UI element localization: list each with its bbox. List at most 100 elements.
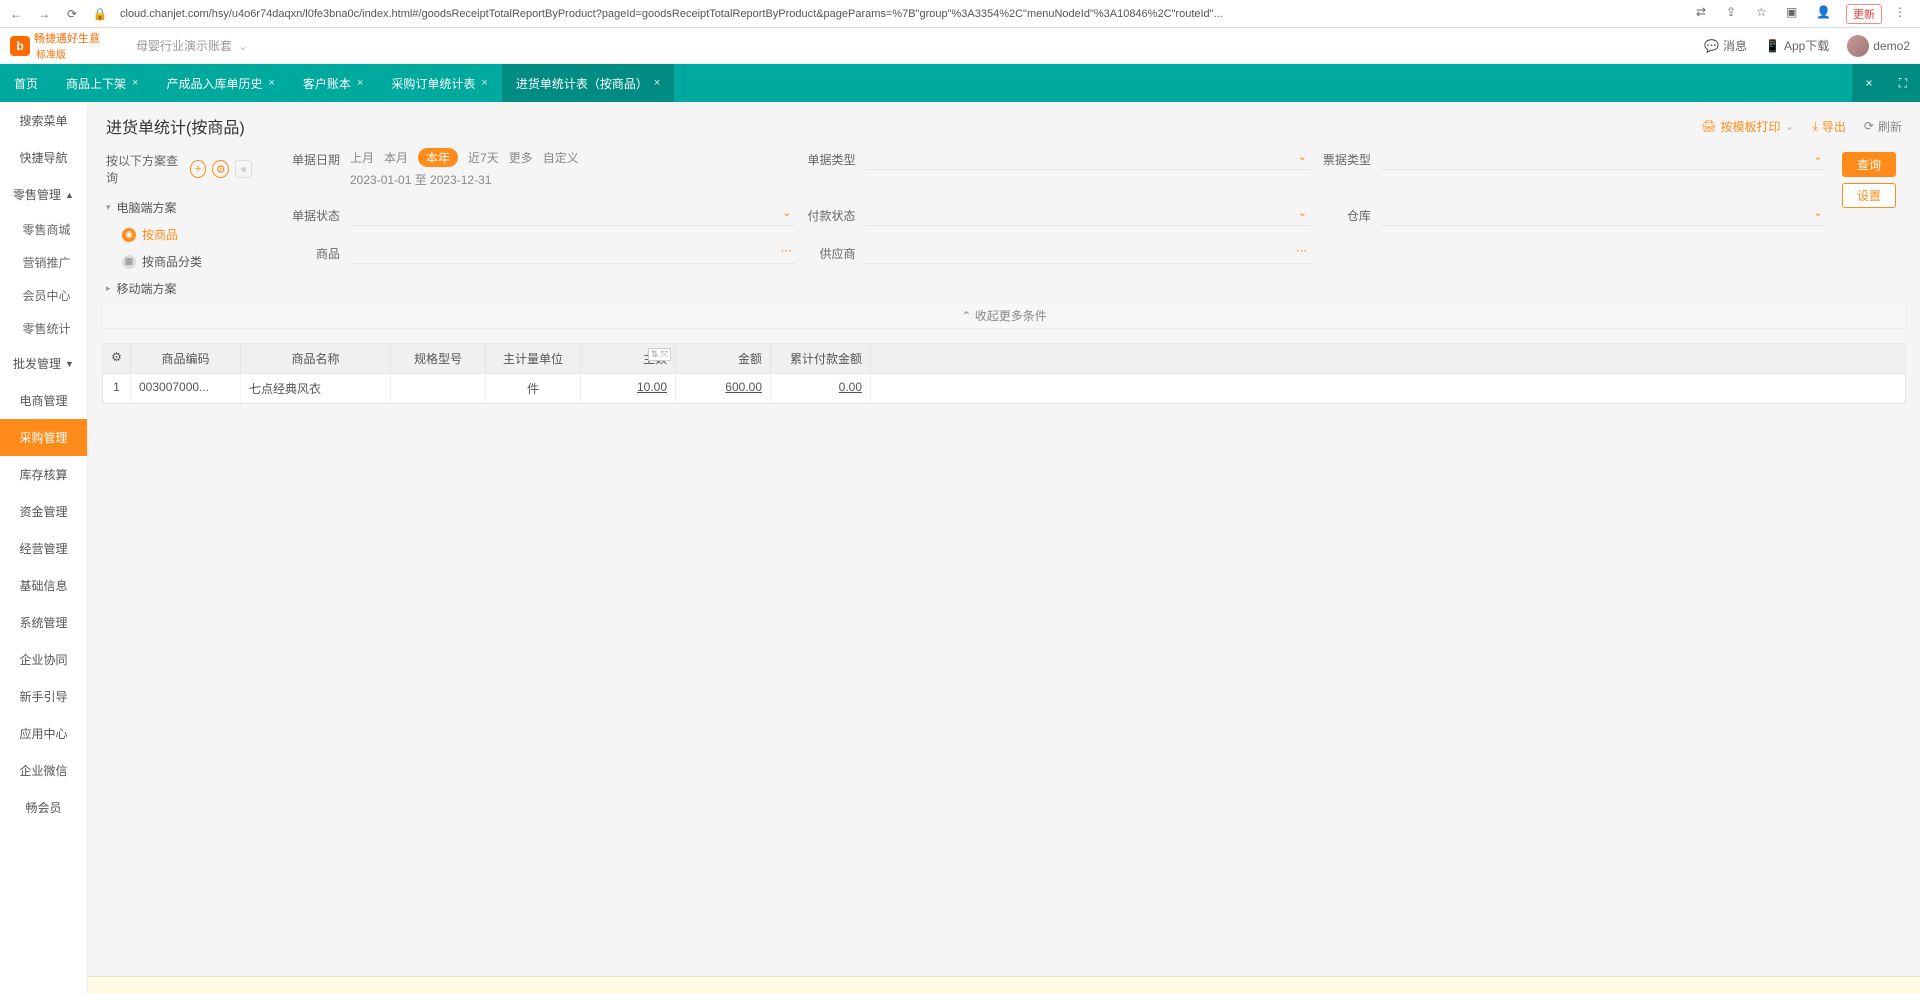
sidebar-subitem[interactable]: 零售统计 [0,312,87,345]
star-icon[interactable]: ☆ [1756,5,1774,23]
date-tab-last7[interactable]: 近7天 [468,149,499,166]
close-icon[interactable]: × [654,77,660,89]
tab[interactable]: 首页 [0,64,52,102]
chevron-down-icon[interactable]: ⌄ [1298,206,1307,219]
sidebar-item[interactable]: 企业微信 [0,752,87,789]
tab[interactable]: 客户账本× [289,64,377,102]
sidebar-item[interactable]: 资金管理 [0,493,87,530]
sidebar-item[interactable]: 搜索菜单 [0,102,87,139]
sidebar-subitem[interactable]: 会员中心 [0,279,87,312]
panel-icon[interactable]: ▣ [1786,5,1804,23]
more-icon[interactable]: ⋯ [1296,244,1307,257]
add-scheme-button[interactable]: + [190,160,207,178]
close-icon[interactable]: × [481,77,487,89]
tab[interactable]: 采购订单统计表× [377,64,501,102]
message-link[interactable]: 💬消息 [1704,37,1747,54]
date-tab-this-month[interactable]: 本月 [384,149,408,166]
sidebar-item[interactable]: 采购管理 [0,419,87,456]
sidebar-item[interactable]: 新手引导 [0,678,87,715]
date-tab-more[interactable]: 更多 [509,149,533,166]
col-spec[interactable]: 规格型号 [391,344,486,373]
app-download-link[interactable]: 📱App下载 [1765,37,1829,54]
close-icon[interactable]: × [132,77,138,89]
cell-spec [391,374,486,403]
collapse-more-button[interactable]: ⌃ 收起更多条件 [102,302,1906,329]
sidebar-item[interactable]: 库存核算 [0,456,87,493]
scheme-settings-button[interactable]: ⚙ [212,160,229,178]
col-name[interactable]: 商品名称 [241,344,391,373]
bill-status-select[interactable] [350,204,795,226]
tab[interactable]: 商品上下架× [52,64,152,102]
sidebar-item[interactable]: 系统管理 [0,604,87,641]
reload-icon[interactable]: ⟳ [64,6,80,22]
sidebar-subitem[interactable]: 营销推广 [0,246,87,279]
chevron-down-icon[interactable]: ⌄ [782,206,791,219]
chevron-down-icon[interactable]: ⌄ [1813,206,1822,219]
tab[interactable]: 产成品入库单历史× [152,64,288,102]
share-icon[interactable]: ⇪ [1726,5,1744,23]
tree-node-mobile[interactable]: ▸移动端方案 [106,275,252,302]
tree-node-by-product[interactable]: ◉按商品 [122,221,252,248]
back-icon[interactable]: ← [8,6,24,22]
phone-icon: 📱 [1765,39,1780,53]
col-unit[interactable]: 主计量单位 [486,344,581,373]
update-button[interactable]: 更新 [1846,4,1882,24]
date-tab-this-year[interactable]: 本年 [418,148,458,167]
query-button[interactable]: 查询 [1842,152,1896,177]
sidebar-item[interactable]: 快捷导航 [0,139,87,176]
translate-icon[interactable]: ⇄ [1696,5,1714,23]
date-tab-custom[interactable]: 自定义 [543,149,579,166]
col-amount[interactable]: 金额 [676,344,771,373]
date-tab-last-month[interactable]: 上月 [350,149,374,166]
tab[interactable]: 进货单统计表（按商品）× [502,64,674,102]
close-icon[interactable]: × [268,77,274,89]
sidebar-item[interactable]: 应用中心 [0,715,87,752]
url-bar[interactable]: cloud.chanjet.com/hsy/u4o6r74daqxn/l0fe3… [120,8,1684,20]
print-button[interactable]: 🖨按模板打印⌄ [1701,118,1794,135]
close-all-button[interactable]: × [1852,64,1886,102]
col-qty[interactable]: 主数⇅ ⤧ [581,344,676,373]
chevron-down-icon[interactable]: ⌄ [1298,150,1307,163]
sidebar-item[interactable]: 经营管理 [0,530,87,567]
forward-icon[interactable]: → [36,6,52,22]
profile-icon[interactable]: 👤 [1816,5,1834,23]
supplier-picker[interactable] [865,242,1310,264]
cell-code: 003007000... [131,374,241,403]
sidebar-subitem[interactable]: 零售商城 [0,213,87,246]
pay-status-select[interactable] [865,204,1310,226]
chevron-down-icon[interactable]: ⌄ [1813,150,1822,163]
settings-button[interactable]: 设置 [1842,183,1896,208]
tree-node-by-category[interactable]: ▦按商品分类 [122,248,252,275]
avatar [1847,35,1869,57]
invoice-type-select[interactable] [1381,148,1826,170]
col-paid[interactable]: 累计付款金额 [771,344,871,373]
sidebar-item[interactable]: 企业协同 [0,641,87,678]
chevron-down-icon: ⌄ [238,39,248,53]
more-icon[interactable]: ⋯ [780,244,791,257]
sidebar-item[interactable]: 批发管理▼ [0,345,87,382]
product-picker[interactable] [350,242,795,264]
cell-amount[interactable]: 600.00 [676,374,771,403]
cell-paid[interactable]: 0.00 [771,374,871,403]
sidebar-item[interactable]: 畅会员 [0,789,87,826]
account-select[interactable]: 母婴行业演示账套 ⌄ [136,37,248,54]
sort-icon[interactable]: ⇅ ⤧ [648,348,671,361]
logo: b 畅捷通好生意 标准版 [10,30,100,61]
cell-qty[interactable]: 10.00 [581,374,676,403]
sidebar-item[interactable]: 基础信息 [0,567,87,604]
table-row: 1003007000...七点经典风衣件10.00600.000.00 [102,374,1906,404]
bill-type-select[interactable] [865,148,1310,170]
export-button[interactable]: ⤓导出 [1813,118,1846,135]
user-menu[interactable]: demo2 [1847,35,1910,57]
collapse-scheme-button[interactable]: « [235,160,252,178]
sidebar-item[interactable]: 零售管理▲ [0,176,87,213]
col-code[interactable]: 商品编码 [131,344,241,373]
warehouse-select[interactable] [1381,204,1826,226]
gear-icon[interactable]: ⚙ [103,344,131,373]
close-icon[interactable]: × [357,77,363,89]
tree-node-pc[interactable]: ▾电脑端方案 [106,194,252,221]
refresh-button[interactable]: ⟳刷新 [1864,118,1902,135]
fullscreen-button[interactable]: ⛶ [1886,64,1920,102]
sidebar-item[interactable]: 电商管理 [0,382,87,419]
menu-icon[interactable]: ⋮ [1894,5,1912,23]
